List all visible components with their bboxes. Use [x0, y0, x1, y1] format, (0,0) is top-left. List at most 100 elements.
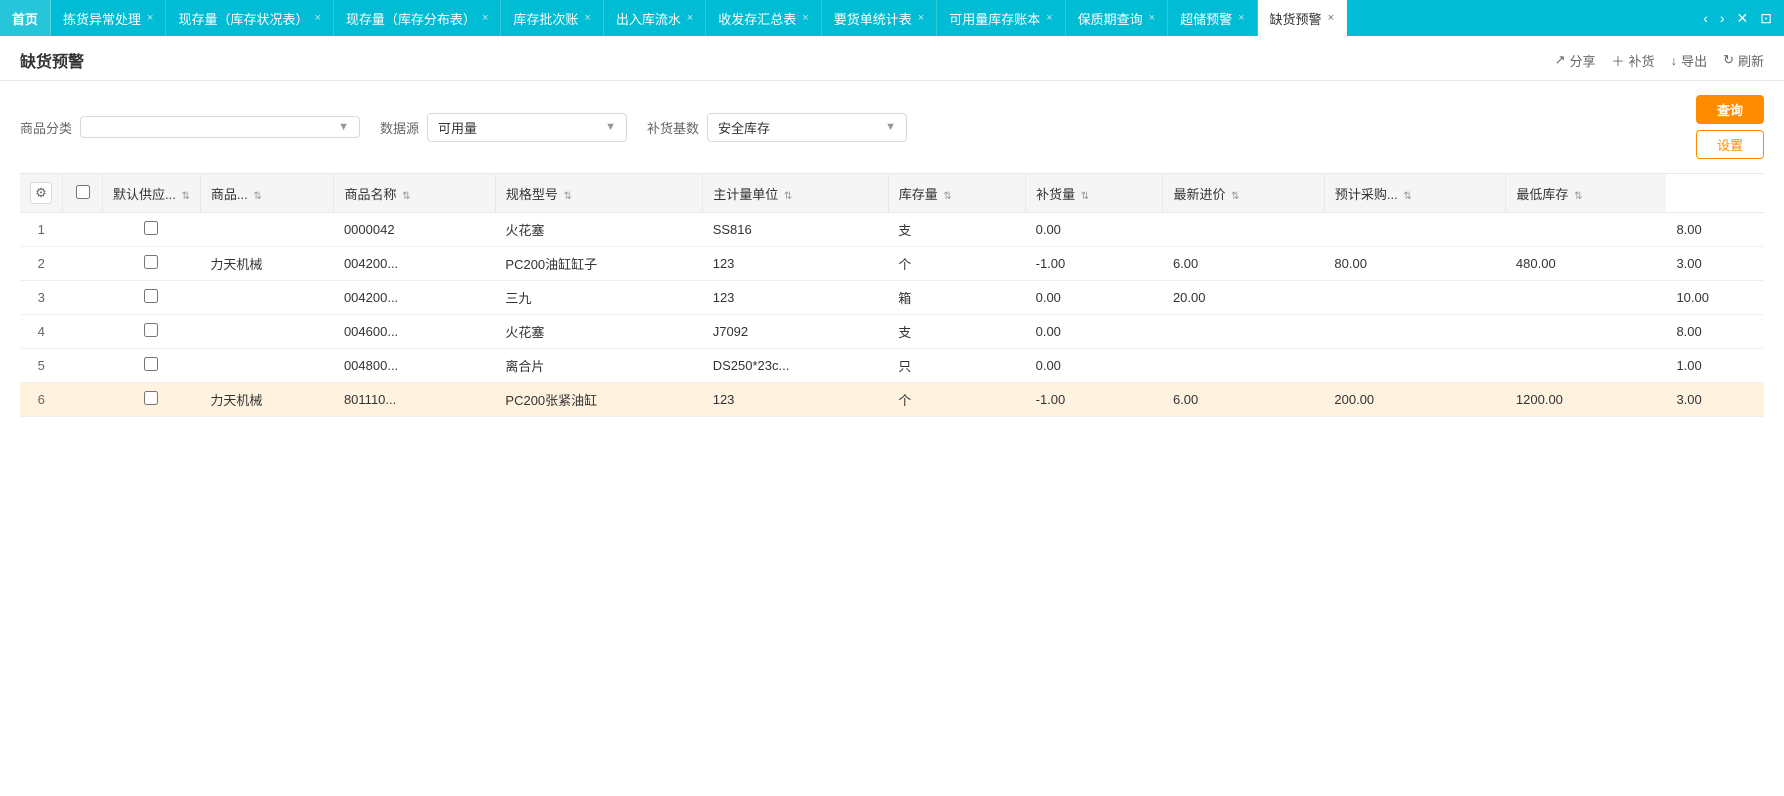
tab-current-stock-status[interactable]: 现存量（库存状况表） ×: [166, 0, 333, 36]
row-checkbox-1[interactable]: [144, 255, 158, 269]
col-header-min-stock[interactable]: 最低库存 ⇅: [1506, 174, 1667, 213]
col-header-spec[interactable]: 规格型号 ⇅: [495, 174, 702, 213]
col-header-settings: ⚙: [20, 174, 63, 213]
category-select[interactable]: ▼: [80, 116, 360, 138]
col-header-checkbox: [63, 174, 103, 213]
row-unit: 支: [888, 315, 1025, 349]
latest-price-sort-icon: ⇅: [1231, 191, 1239, 202]
col-header-stock[interactable]: 库存量 ⇅: [888, 174, 1025, 213]
row-checkbox-2[interactable]: [144, 289, 158, 303]
replenish-base-select[interactable]: 安全库存 ▼: [707, 113, 907, 142]
col-header-unit[interactable]: 主计量单位 ⇅: [703, 174, 889, 213]
nav-prev-button[interactable]: ‹: [1697, 8, 1714, 28]
tab-batch-account[interactable]: 库存批次账 ×: [501, 0, 603, 36]
close-tab-4[interactable]: ×: [584, 12, 590, 24]
select-all-checkbox[interactable]: [76, 185, 90, 199]
tab-shelf-life[interactable]: 保质期查询 ×: [1066, 0, 1168, 36]
close-tab-2[interactable]: ×: [314, 12, 320, 24]
filter-area: 商品分类 ▼ 数据源 可用量 ▼ 补货基数 安全库存 ▼ 查询 设置: [0, 81, 1784, 173]
close-tab-5[interactable]: ×: [687, 12, 693, 24]
est-purchase-sort-icon: ⇅: [1403, 191, 1411, 202]
replenish-base-selected-value: 安全库存: [718, 118, 877, 137]
export-button[interactable]: ↓ 导出: [1671, 51, 1708, 70]
row-checkbox-4[interactable]: [144, 357, 158, 371]
close-tab-1[interactable]: ×: [147, 12, 153, 24]
row-index: 4: [20, 315, 63, 349]
row-checkbox-3[interactable]: [144, 323, 158, 337]
row-spec: 123: [703, 383, 889, 417]
nav-close-button[interactable]: ✕: [1731, 8, 1755, 29]
col-header-supplier[interactable]: 默认供应... ⇅: [103, 174, 201, 213]
row-unit: 箱: [888, 281, 1025, 315]
row-spec: DS250*23c...: [703, 349, 889, 383]
row-spec: 123: [703, 281, 889, 315]
tab-pick-exception[interactable]: 拣货异常处理 ×: [51, 0, 166, 36]
nav-tabs: 首页 拣货异常处理 × 现存量（库存状况表） × 现存量（库存分布表） × 库存…: [0, 0, 1784, 36]
row-min-stock: 3.00: [1666, 247, 1764, 281]
row-stock: -1.00: [1026, 383, 1163, 417]
row-checkbox-0[interactable]: [144, 221, 158, 235]
close-tab-8[interactable]: ×: [1046, 12, 1052, 24]
row-checkbox-cell: [103, 383, 201, 417]
query-button[interactable]: 查询: [1696, 95, 1764, 124]
row-product-code: 004200...: [334, 247, 495, 281]
row-replenish: [1163, 349, 1324, 383]
tab-home[interactable]: 首页: [0, 0, 51, 36]
row-estimated-purchase: 480.00: [1506, 247, 1667, 281]
tab-current-stock-dist[interactable]: 现存量（库存分布表） ×: [334, 0, 501, 36]
tab-stockout-warning[interactable]: 缺货预警 ×: [1258, 0, 1347, 36]
row-checkbox-cell: [103, 315, 201, 349]
col-header-latest-price[interactable]: 最新进价 ⇅: [1163, 174, 1324, 213]
row-settings-cell: [63, 349, 103, 383]
row-estimated-purchase: 1200.00: [1506, 383, 1667, 417]
col-header-product-code[interactable]: 商品... ⇅: [200, 174, 334, 213]
row-product-name: 离合片: [495, 349, 702, 383]
close-tab-7[interactable]: ×: [918, 12, 924, 24]
row-replenish: [1163, 315, 1324, 349]
refresh-button[interactable]: ↻ 刷新: [1723, 51, 1764, 70]
replenish-button[interactable]: ＋ 补货: [1612, 51, 1655, 70]
tab-available-ledger[interactable]: 可用量库存账本 ×: [937, 0, 1065, 36]
row-min-stock: 3.00: [1666, 383, 1764, 417]
nav-next-button[interactable]: ›: [1714, 8, 1731, 28]
unit-sort-icon: ⇅: [784, 191, 792, 202]
row-spec: SS816: [703, 213, 889, 247]
row-index: 3: [20, 281, 63, 315]
row-supplier: 力天机械: [200, 247, 334, 281]
stock-sort-icon: ⇅: [943, 191, 951, 202]
filter-actions: 查询 设置: [1696, 95, 1764, 159]
spec-sort-icon: ⇅: [564, 191, 572, 202]
row-product-name: PC200张紧油缸: [495, 383, 702, 417]
row-estimated-purchase: [1506, 213, 1667, 247]
row-product-name: 三九: [495, 281, 702, 315]
close-tab-3[interactable]: ×: [482, 12, 488, 24]
col-header-replenish[interactable]: 补货量 ⇅: [1026, 174, 1163, 213]
replenish-base-dropdown-arrow: ▼: [885, 121, 896, 133]
row-latest-price: [1324, 349, 1506, 383]
close-tab-10[interactable]: ×: [1238, 12, 1244, 24]
settings-button[interactable]: 设置: [1696, 130, 1764, 159]
column-settings-icon[interactable]: ⚙: [30, 182, 52, 204]
row-settings-cell: [63, 247, 103, 281]
row-unit: 支: [888, 213, 1025, 247]
tab-inout-flow[interactable]: 出入库流水 ×: [604, 0, 706, 36]
supplier-sort-icon: ⇅: [181, 191, 189, 202]
row-product-name: 火花塞: [495, 213, 702, 247]
row-stock: 0.00: [1026, 349, 1163, 383]
datasource-select[interactable]: 可用量 ▼: [427, 113, 627, 142]
close-tab-11[interactable]: ×: [1328, 12, 1334, 24]
share-button[interactable]: ↗ 分享: [1555, 51, 1596, 70]
close-tab-6[interactable]: ×: [802, 12, 808, 24]
row-checkbox-cell: [103, 349, 201, 383]
row-latest-price: [1324, 315, 1506, 349]
tab-requisition-stat[interactable]: 要货单统计表 ×: [822, 0, 937, 36]
col-header-estimated-purchase[interactable]: 预计采购... ⇅: [1324, 174, 1506, 213]
tab-overstock-warning[interactable]: 超储预警 ×: [1168, 0, 1257, 36]
row-checkbox-5[interactable]: [144, 391, 158, 405]
table-row: 3 004200... 三九 123 箱 0.00 20.00 10.00: [20, 281, 1764, 315]
col-header-product-name[interactable]: 商品名称 ⇅: [334, 174, 495, 213]
row-replenish: [1163, 213, 1324, 247]
close-tab-9[interactable]: ×: [1149, 12, 1155, 24]
nav-expand-button[interactable]: ⊡: [1754, 8, 1778, 29]
tab-collection-summary[interactable]: 收发存汇总表 ×: [706, 0, 821, 36]
